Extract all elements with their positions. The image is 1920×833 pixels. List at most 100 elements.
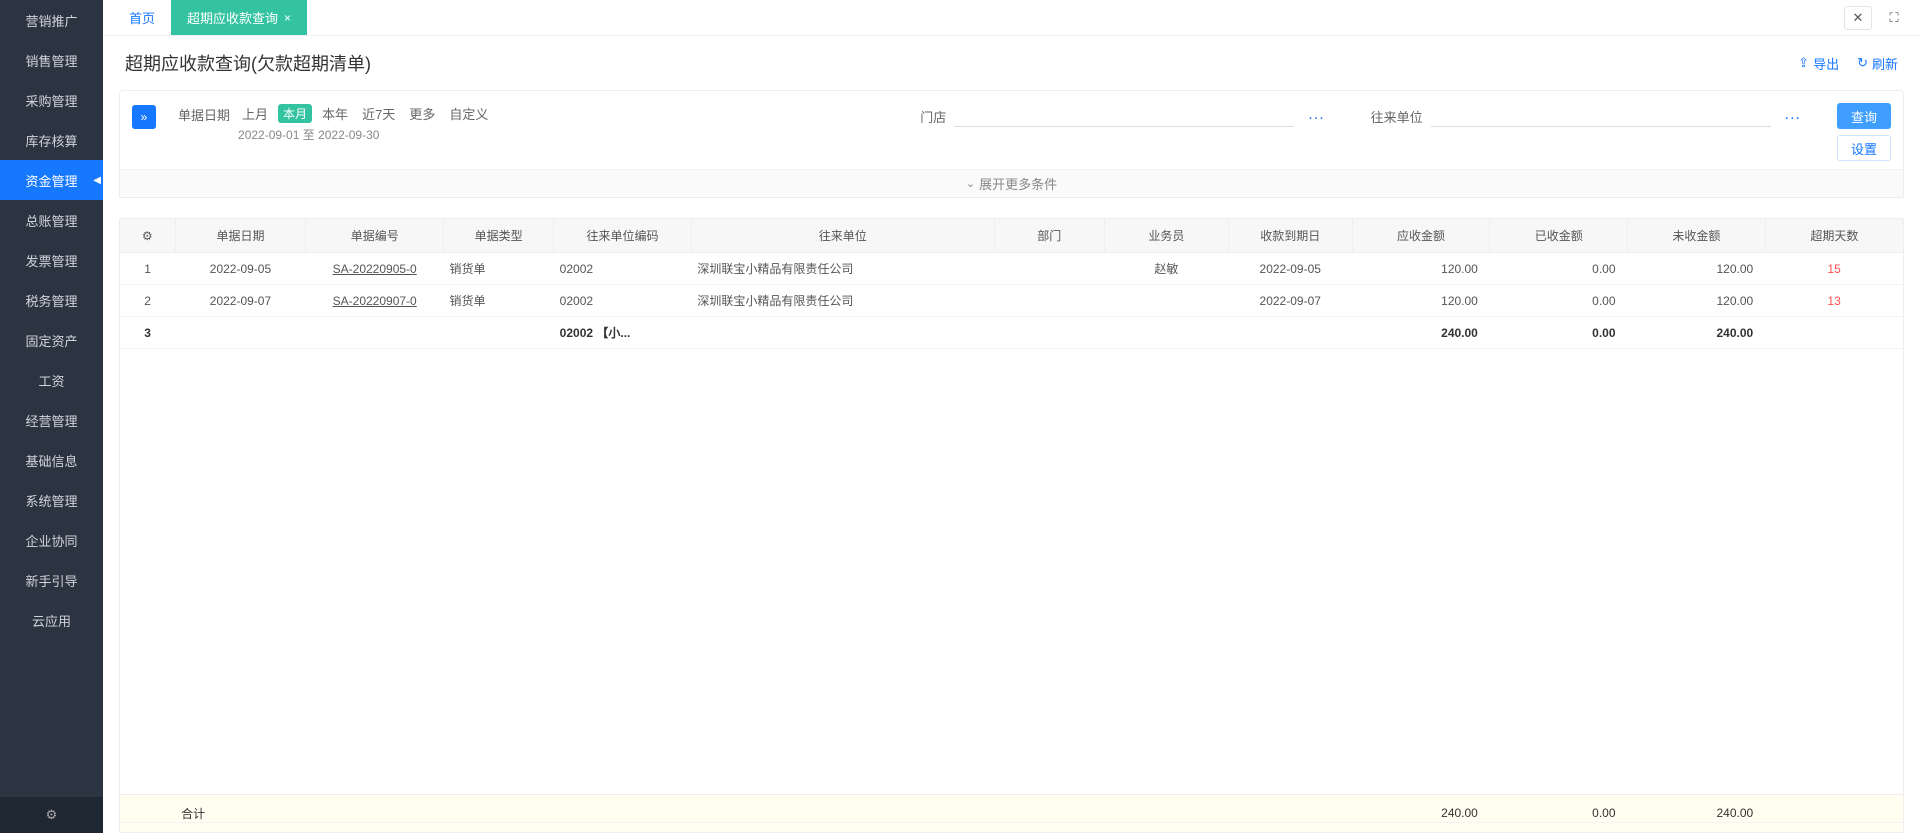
footer-unpaid: 240.00 bbox=[1628, 805, 1766, 823]
date-tab-custom[interactable]: 自定义 bbox=[445, 103, 492, 124]
doc-link[interactable]: SA-20220907-0 bbox=[333, 294, 417, 308]
expand-more-label: 展开更多条件 bbox=[979, 174, 1057, 193]
filter-party-label: 往来单位 bbox=[1371, 105, 1423, 126]
main: 首页 超期应收款查询 × ✕ ⛶ 超期应收款查询(欠款超期清单) ⇪ 导出 ↻ … bbox=[103, 0, 1920, 833]
overdue-table-header: ⚙ 单据日期 单据编号 单据类型 往来单位编码 往来单位 部门 业务员 收款到期… bbox=[120, 219, 1903, 253]
cell-idx: 2 bbox=[120, 285, 175, 317]
tab-overdue-receivable[interactable]: 超期应收款查询 × bbox=[171, 0, 307, 35]
sidebar-item-ledger[interactable]: 总账管理 bbox=[0, 200, 103, 240]
party-input[interactable] bbox=[1431, 103, 1771, 127]
filter-party-group: 往来单位 ... bbox=[1371, 103, 1807, 127]
filter-area: » 单据日期 上月 本月 本年 近7天 更多 自定义 bbox=[119, 90, 1904, 198]
footer-label: 合计 bbox=[175, 805, 306, 823]
page-header: 超期应收款查询(欠款超期清单) ⇪ 导出 ↻ 刷新 bbox=[103, 36, 1920, 90]
sidebar-item-basic-info[interactable]: 基础信息 bbox=[0, 440, 103, 480]
sidebar-item-invoice[interactable]: 发票管理 bbox=[0, 240, 103, 280]
sidebar-item-tax[interactable]: 税务管理 bbox=[0, 280, 103, 320]
cell-amount: 120.00 bbox=[1352, 253, 1490, 285]
sidebar-item-sales[interactable]: 销售管理 bbox=[0, 40, 103, 80]
store-picker-button[interactable]: ... bbox=[1302, 106, 1330, 124]
col-due-date[interactable]: 收款到期日 bbox=[1228, 219, 1352, 253]
col-party-code[interactable]: 往来单位编码 bbox=[554, 219, 692, 253]
sidebar-item-marketing[interactable]: 营销推广 bbox=[0, 0, 103, 40]
cell-docno[interactable]: SA-20220907-0 bbox=[306, 285, 444, 317]
cell-sales bbox=[1104, 285, 1228, 317]
col-doc-date[interactable]: 单据日期 bbox=[175, 219, 306, 253]
col-doc-no[interactable]: 单据编号 bbox=[306, 219, 444, 253]
filter-store-label: 门店 bbox=[920, 105, 946, 126]
doc-link[interactable]: SA-20220905-0 bbox=[333, 262, 417, 276]
cell-unpaid: 120.00 bbox=[1628, 285, 1766, 317]
content-wrap: » 单据日期 上月 本月 本年 近7天 更多 自定义 bbox=[103, 90, 1920, 833]
cell-date: 2022-09-05 bbox=[175, 253, 306, 285]
party-picker-button[interactable]: ... bbox=[1779, 106, 1807, 124]
refresh-button[interactable]: ↻ 刷新 bbox=[1857, 54, 1898, 73]
cell-idx: 3 bbox=[120, 317, 175, 349]
store-input[interactable] bbox=[954, 103, 1294, 127]
fullscreen-button[interactable]: ⛶ bbox=[1880, 6, 1908, 30]
sidebar-item-system[interactable]: 系统管理 bbox=[0, 480, 103, 520]
tab-home[interactable]: 首页 bbox=[113, 0, 171, 35]
date-tab-this-year[interactable]: 本年 bbox=[318, 103, 352, 124]
col-paid[interactable]: 已收金额 bbox=[1490, 219, 1628, 253]
query-button[interactable]: 查询 bbox=[1837, 103, 1891, 129]
date-tab-this-month[interactable]: 本月 bbox=[278, 104, 312, 123]
footer-amount: 240.00 bbox=[1352, 805, 1490, 823]
footer-paid: 0.00 bbox=[1490, 805, 1628, 823]
cell-paid: 0.00 bbox=[1490, 317, 1628, 349]
expand-more-filters[interactable]: ⌄ 展开更多条件 bbox=[120, 169, 1903, 197]
sidebar-item-cloud[interactable]: 云应用 bbox=[0, 600, 103, 640]
col-dept[interactable]: 部门 bbox=[994, 219, 1104, 253]
app-root: 营销推广 销售管理 采购管理 库存核算 资金管理 总账管理 发票管理 税务管理 … bbox=[0, 0, 1920, 833]
export-button[interactable]: ⇪ 导出 bbox=[1798, 54, 1839, 73]
col-amount[interactable]: 应收金额 bbox=[1352, 219, 1490, 253]
settings-button[interactable]: 设置 bbox=[1837, 135, 1891, 161]
sidebar-item-collaboration[interactable]: 企业协同 bbox=[0, 520, 103, 560]
cell-docno[interactable]: SA-20220905-0 bbox=[306, 253, 444, 285]
page-title: 超期应收款查询(欠款超期清单) bbox=[125, 50, 371, 76]
refresh-icon: ↻ bbox=[1857, 55, 1868, 71]
col-sales[interactable]: 业务员 bbox=[1104, 219, 1228, 253]
table-subtotal-row: 3 02002 【小... 240.00 0.00 240.00 bbox=[120, 317, 1903, 349]
cell-due: 2022-09-07 bbox=[1228, 285, 1352, 317]
date-range-display: 2022-09-01 至 2022-09-30 bbox=[238, 126, 492, 143]
sidebar-item-guide[interactable]: 新手引导 bbox=[0, 560, 103, 600]
table-footer-total: 合计 240.00 0.00 240.00 bbox=[120, 794, 1903, 832]
tab-label: 超期应收款查询 bbox=[187, 8, 278, 27]
cell-amount: 120.00 bbox=[1352, 285, 1490, 317]
col-party[interactable]: 往来单位 bbox=[691, 219, 994, 253]
date-tab-more[interactable]: 更多 bbox=[405, 103, 439, 124]
cell-party: 深圳联宝小精品有限责任公司 bbox=[691, 253, 994, 285]
date-tab-last-month[interactable]: 上月 bbox=[238, 103, 272, 124]
table-body[interactable]: 1 2022-09-05 SA-20220905-0 销货单 02002 深圳联… bbox=[120, 253, 1903, 794]
cell-sales: 赵敏 bbox=[1104, 253, 1228, 285]
cell-dept bbox=[994, 253, 1104, 285]
date-tab-last7[interactable]: 近7天 bbox=[358, 103, 399, 124]
cell-party: 深圳联宝小精品有限责任公司 bbox=[691, 285, 994, 317]
sidebar-item-salary[interactable]: 工资 bbox=[0, 360, 103, 400]
filter-date-label: 单据日期 bbox=[178, 103, 230, 124]
cell-dept bbox=[994, 285, 1104, 317]
sidebar-item-fixed-assets[interactable]: 固定资产 bbox=[0, 320, 103, 360]
col-unpaid[interactable]: 未收金额 bbox=[1628, 219, 1766, 253]
sidebar-settings[interactable]: ⚙ bbox=[0, 797, 103, 833]
cell-overdue-days: 13 bbox=[1765, 285, 1903, 317]
sidebar-item-inventory[interactable]: 库存核算 bbox=[0, 120, 103, 160]
cell-idx: 1 bbox=[120, 253, 175, 285]
col-gear[interactable]: ⚙ bbox=[120, 219, 175, 253]
cell-code: 02002 【小... bbox=[554, 317, 692, 349]
close-panel-button[interactable]: ✕ bbox=[1844, 6, 1872, 30]
col-doc-type[interactable]: 单据类型 bbox=[444, 219, 554, 253]
filter-store-group: 门店 ... bbox=[920, 103, 1330, 127]
filter-date-group: 单据日期 上月 本月 本年 近7天 更多 自定义 2022-09-01 至 20… bbox=[178, 103, 492, 143]
close-icon[interactable]: × bbox=[284, 11, 291, 25]
cell-unpaid: 120.00 bbox=[1628, 253, 1766, 285]
collapse-filter-button[interactable]: » bbox=[132, 105, 156, 129]
sidebar-item-purchase[interactable]: 采购管理 bbox=[0, 80, 103, 120]
sidebar-item-operations[interactable]: 经营管理 bbox=[0, 400, 103, 440]
cell-unpaid: 240.00 bbox=[1628, 317, 1766, 349]
table-row[interactable]: 2 2022-09-07 SA-20220907-0 销货单 02002 深圳联… bbox=[120, 285, 1903, 317]
col-overdue-days[interactable]: 超期天数 bbox=[1765, 219, 1903, 253]
sidebar-item-funds[interactable]: 资金管理 bbox=[0, 160, 103, 200]
table-row[interactable]: 1 2022-09-05 SA-20220905-0 销货单 02002 深圳联… bbox=[120, 253, 1903, 285]
